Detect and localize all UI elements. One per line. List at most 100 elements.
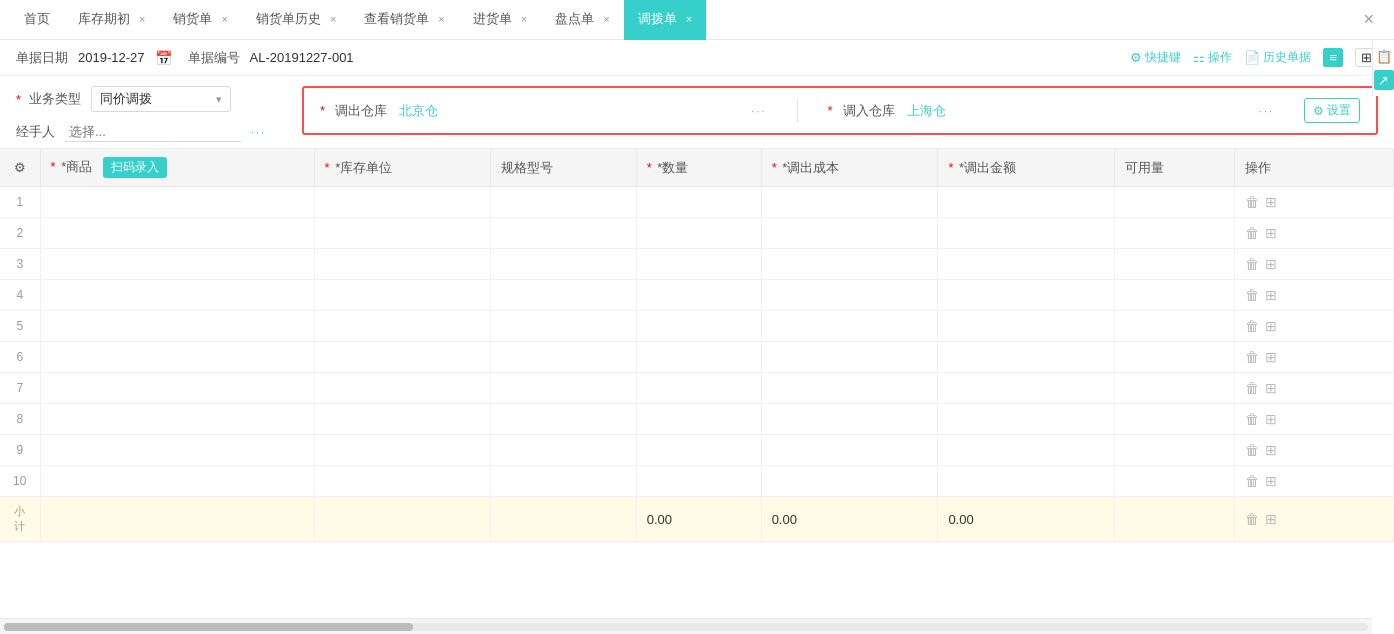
cell-cost[interactable] [761, 311, 938, 342]
cell-unit[interactable] [314, 342, 491, 373]
cell-cost[interactable] [761, 435, 938, 466]
delete-icon[interactable]: 🗑 [1245, 442, 1259, 458]
cell-spec[interactable] [491, 280, 636, 311]
cell-spec[interactable] [491, 342, 636, 373]
cell-product[interactable] [40, 280, 314, 311]
cell-spec[interactable] [491, 187, 636, 218]
copy-icon[interactable]: ⊞ [1265, 225, 1277, 241]
tab-close-sales-order[interactable]: × [221, 13, 227, 25]
handler-input[interactable] [65, 122, 241, 142]
cell-cost[interactable] [761, 249, 938, 280]
shortcut-btn[interactable]: ⚙ 快捷键 [1130, 49, 1181, 66]
cell-amount[interactable] [938, 187, 1115, 218]
cell-unit[interactable] [314, 311, 491, 342]
cell-spec[interactable] [491, 466, 636, 497]
copy-icon[interactable]: ⊞ [1265, 287, 1277, 303]
tab-purchase-order[interactable]: 进货单 × [459, 0, 541, 40]
cell-qty[interactable] [636, 311, 761, 342]
cell-unit[interactable] [314, 218, 491, 249]
cell-product[interactable] [40, 249, 314, 280]
scan-button[interactable]: 扫码录入 [103, 157, 167, 178]
cell-product[interactable] [40, 311, 314, 342]
cell-spec[interactable] [491, 435, 636, 466]
cell-cost[interactable]: 0.00 [761, 497, 938, 542]
tab-close-sales-history[interactable]: × [330, 13, 336, 25]
cell-product[interactable] [40, 435, 314, 466]
cell-qty[interactable] [636, 373, 761, 404]
tab-view-sales[interactable]: 查看销货单 × [350, 0, 458, 40]
cell-amount[interactable] [938, 342, 1115, 373]
tab-transfer-order[interactable]: 调拨单 × [624, 0, 706, 40]
copy-icon[interactable]: ⊞ [1265, 511, 1277, 527]
delete-icon[interactable]: 🗑 [1245, 287, 1259, 303]
cell-amount[interactable] [938, 435, 1115, 466]
cell-product[interactable] [40, 218, 314, 249]
delete-icon[interactable]: 🗑 [1245, 318, 1259, 334]
biz-type-select[interactable]: 同价调拨 ▾ [91, 86, 231, 112]
cell-spec[interactable] [491, 311, 636, 342]
col-header-settings[interactable]: ⚙ [0, 149, 40, 187]
delete-icon[interactable]: 🗑 [1245, 411, 1259, 427]
cell-amount[interactable] [938, 280, 1115, 311]
handler-more-btn[interactable]: ··· [251, 126, 266, 138]
cell-cost[interactable] [761, 218, 938, 249]
out-wh-more-btn[interactable]: ··· [751, 105, 766, 117]
cell-unit[interactable] [314, 466, 491, 497]
cell-amount[interactable] [938, 311, 1115, 342]
cell-qty[interactable] [636, 280, 761, 311]
cell-product[interactable] [40, 373, 314, 404]
calendar-icon[interactable]: 📅 [155, 50, 172, 66]
copy-icon[interactable]: ⊞ [1265, 380, 1277, 396]
tab-close-inventory-init[interactable]: × [139, 13, 145, 25]
cell-unit[interactable] [314, 280, 491, 311]
tab-sales-order[interactable]: 销货单 × [159, 0, 241, 40]
cell-amount[interactable] [938, 373, 1115, 404]
cell-amount[interactable] [938, 249, 1115, 280]
tab-close-purchase-order[interactable]: × [521, 13, 527, 25]
cell-qty[interactable] [636, 249, 761, 280]
cell-cost[interactable] [761, 373, 938, 404]
tab-sales-history[interactable]: 销货单历史 × [242, 0, 350, 40]
sidebar-note-icon[interactable]: 📋 [1374, 46, 1394, 66]
cell-product[interactable] [40, 187, 314, 218]
tab-home[interactable]: 首页 [10, 0, 64, 40]
cell-product[interactable] [40, 497, 314, 542]
delete-icon[interactable]: 🗑 [1245, 511, 1259, 527]
cell-qty[interactable] [636, 342, 761, 373]
copy-icon[interactable]: ⊞ [1265, 194, 1277, 210]
cell-unit[interactable] [314, 187, 491, 218]
cell-qty[interactable] [636, 218, 761, 249]
copy-icon[interactable]: ⊞ [1265, 473, 1277, 489]
cell-spec[interactable] [491, 373, 636, 404]
cell-amount[interactable] [938, 218, 1115, 249]
delete-icon[interactable]: 🗑 [1245, 225, 1259, 241]
cell-cost[interactable] [761, 404, 938, 435]
tab-close-inventory-check[interactable]: × [603, 13, 609, 25]
tab-inventory-check[interactable]: 盘点单 × [541, 0, 623, 40]
cell-product[interactable] [40, 404, 314, 435]
setting-btn[interactable]: ⚙ 设置 [1304, 98, 1360, 123]
copy-icon[interactable]: ⊞ [1265, 318, 1277, 334]
cell-cost[interactable] [761, 280, 938, 311]
tab-inventory-init[interactable]: 库存期初 × [64, 0, 159, 40]
delete-icon[interactable]: 🗑 [1245, 380, 1259, 396]
delete-icon[interactable]: 🗑 [1245, 256, 1259, 272]
cell-qty[interactable]: 0.00 [636, 497, 761, 542]
copy-icon[interactable]: ⊞ [1265, 411, 1277, 427]
delete-icon[interactable]: 🗑 [1245, 194, 1259, 210]
cell-amount[interactable]: 0.00 [938, 497, 1115, 542]
cell-unit[interactable] [314, 497, 491, 542]
cell-spec[interactable] [491, 497, 636, 542]
cell-amount[interactable] [938, 404, 1115, 435]
cell-qty[interactable] [636, 435, 761, 466]
cell-qty[interactable] [636, 466, 761, 497]
copy-icon[interactable]: ⊞ [1265, 349, 1277, 365]
cell-unit[interactable] [314, 404, 491, 435]
cell-spec[interactable] [491, 249, 636, 280]
layout-btn-1[interactable]: ≡ [1323, 48, 1343, 67]
cell-qty[interactable] [636, 187, 761, 218]
history-btn[interactable]: 📄 历史单据 [1244, 49, 1311, 66]
cell-cost[interactable] [761, 187, 938, 218]
delete-icon[interactable]: 🗑 [1245, 349, 1259, 365]
cell-spec[interactable] [491, 404, 636, 435]
